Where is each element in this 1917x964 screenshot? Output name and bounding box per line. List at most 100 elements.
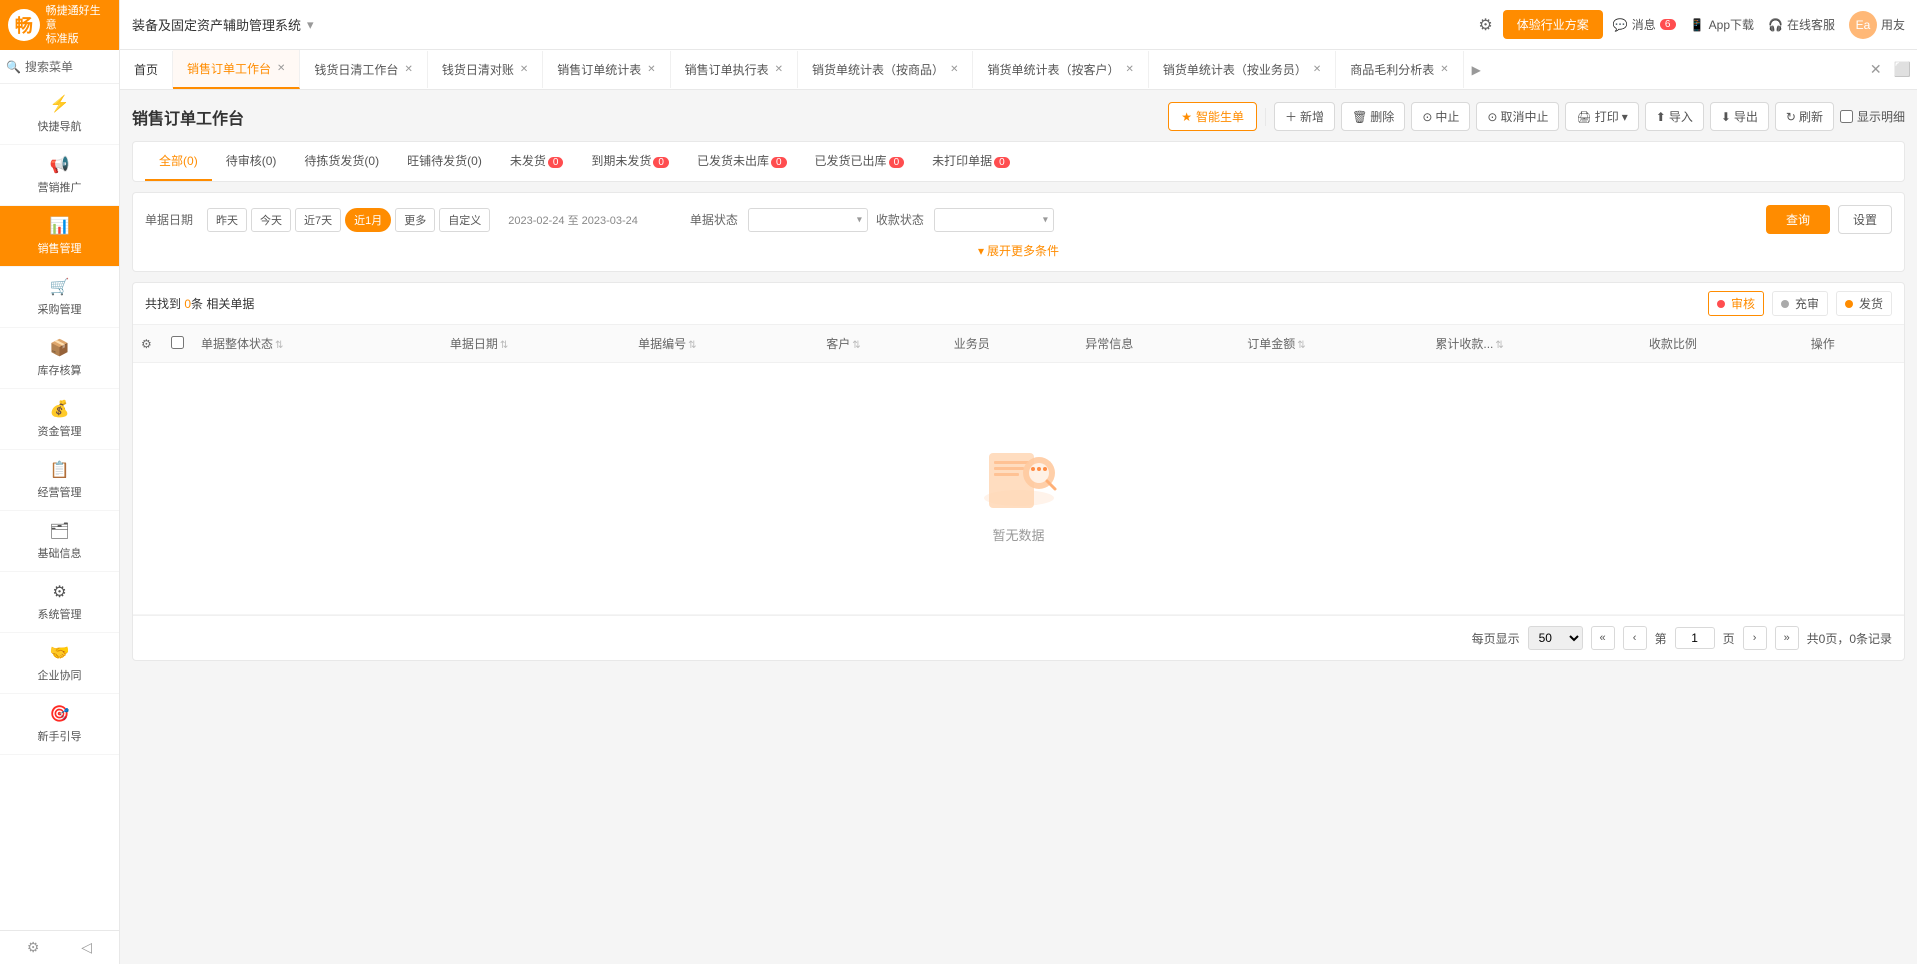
tabbar-more-btn[interactable]: ▶ (1464, 63, 1489, 77)
cancel-review-dot (1781, 300, 1789, 308)
settings-btn[interactable]: 设置 (1838, 205, 1892, 234)
tab-sales-stats-customer[interactable]: 销货单统计表（按客户） ✕ (973, 51, 1148, 88)
tab-close-sales-order-workbench[interactable]: ✕ (277, 63, 285, 74)
cancel-review-action-btn[interactable]: 充审 (1772, 291, 1828, 316)
collapse-btn[interactable]: ◁ (81, 939, 92, 956)
sort-date-icon[interactable]: ⇅ (500, 340, 508, 351)
sort-customer-icon[interactable]: ⇅ (852, 340, 860, 351)
page-number-input[interactable] (1675, 627, 1715, 649)
industry-solution-btn[interactable]: 体验行业方案 (1503, 10, 1603, 39)
tab-close-cash-reconcile[interactable]: ✕ (520, 64, 528, 75)
payment-select[interactable] (934, 208, 1054, 232)
status-filter-group: 单据状态 收款状态 (690, 208, 1054, 232)
stop-btn[interactable]: ⊙ 中止 (1411, 102, 1470, 131)
filter-tab-pending-review[interactable]: 待审核(0) (212, 142, 291, 181)
last-page-btn[interactable]: » (1775, 626, 1799, 650)
date-btn-7days[interactable]: 近7天 (295, 208, 341, 232)
ship-action-btn[interactable]: 发货 (1836, 291, 1892, 316)
filter-tab-shipped-out[interactable]: 已发货已出库0 (801, 142, 919, 181)
tab-close-sales-order-stats[interactable]: ✕ (647, 64, 655, 75)
date-btn-yesterday[interactable]: 昨天 (207, 208, 247, 232)
date-btn-custom[interactable]: 自定义 (439, 208, 490, 232)
import-icon: ⬆ (1656, 110, 1666, 124)
search-menu[interactable]: 🔍 搜索菜单 (0, 50, 119, 84)
tab-close-sales-stats-staff[interactable]: ✕ (1313, 64, 1321, 75)
tab-restore-btn[interactable]: ⬜ (1888, 61, 1917, 78)
next-page-btn[interactable]: › (1743, 626, 1767, 650)
delete-btn[interactable]: 🗑 删除 (1341, 102, 1405, 131)
tab-close-sales-stats-customer[interactable]: ✕ (1125, 64, 1133, 75)
tab-close-cash-daily[interactable]: ✕ (404, 64, 412, 75)
filter-tab-pending-inspect[interactable]: 待拣货发货(0) (290, 142, 393, 181)
smart-order-btn[interactable]: ★ 智能生单 (1168, 102, 1257, 131)
prev-page-btn[interactable]: ‹ (1623, 626, 1647, 650)
sidebar-item-system[interactable]: ⚙ 系统管理 (0, 572, 119, 633)
operations-icon: 📋 (50, 460, 70, 480)
status-select[interactable] (748, 208, 868, 232)
sidebar-item-enterprise[interactable]: 🤝 企业协同 (0, 633, 119, 694)
filter-tab-not-shipped[interactable]: 未发货0 (496, 142, 578, 181)
topbar-settings-icon[interactable]: ⚙ (1478, 15, 1492, 35)
col-checkbox[interactable] (163, 325, 193, 363)
filter-tab-expired-not-shipped[interactable]: 到期未发货0 (577, 142, 683, 181)
sidebar-item-finance[interactable]: 💰 资金管理 (0, 389, 119, 450)
show-detail-checkbox-label[interactable]: 显示明细 (1840, 108, 1905, 125)
sidebar-item-base-info[interactable]: 🗂 基础信息 (0, 511, 119, 572)
sidebar-item-quick-nav[interactable]: ⚡ 快捷导航 (0, 84, 119, 145)
filter-tab-wangpu-pending[interactable]: 旺铺待发货(0) (393, 142, 496, 181)
tab-close-sales-stats-product[interactable]: ✕ (950, 64, 958, 75)
sort-number-icon[interactable]: ⇅ (688, 340, 696, 351)
select-all-checkbox[interactable] (171, 336, 184, 349)
filter-tab-all[interactable]: 全部(0) (145, 142, 212, 181)
sort-status-icon[interactable]: ⇅ (275, 340, 283, 351)
refresh-btn[interactable]: ↻ 刷新 (1775, 102, 1834, 131)
date-btn-1month[interactable]: 近1月 (345, 208, 391, 232)
sort-amount-icon[interactable]: ⇅ (1297, 340, 1305, 351)
tab-cash-reconcile[interactable]: 钱货日清对账 ✕ (428, 51, 543, 88)
table-scroll: ⚙ 单据整体状态⇅ 单据日期⇅ 单据编号⇅ 客户⇅ 业务员 异常信息 订单金额⇅… (133, 325, 1904, 615)
add-btn[interactable]: ＋ 新增 (1274, 102, 1335, 131)
topbar-dropdown-icon[interactable]: ▾ (307, 17, 314, 33)
online-service-btn[interactable]: 🎧 在线客服 (1768, 16, 1835, 33)
sidebar-item-sales[interactable]: 📊 销售管理 (0, 206, 119, 267)
first-page-btn[interactable]: « (1591, 626, 1615, 650)
per-page-select[interactable]: 10 20 50 100 (1528, 626, 1583, 650)
tab-cash-daily[interactable]: 钱货日清工作台 ✕ (300, 51, 427, 88)
sidebar-item-operations[interactable]: 📋 经营管理 (0, 450, 119, 511)
export-btn[interactable]: ⬇ 导出 (1710, 102, 1769, 131)
user-menu[interactable]: Ea 用友 (1849, 11, 1905, 39)
tab-close-all-btn[interactable]: ✕ (1864, 61, 1888, 78)
tab-product-margin[interactable]: 商品毛利分析表 ✕ (1336, 51, 1463, 88)
sidebar-item-guide[interactable]: 🎯 新手引导 (0, 694, 119, 755)
settings-bottom-btn[interactable]: ⚙ (27, 939, 40, 956)
show-detail-checkbox[interactable] (1840, 110, 1853, 123)
filter-tab-shipped-not-in[interactable]: 已发货未出库0 (683, 142, 801, 181)
message-btn[interactable]: 💬 消息 6 (1613, 16, 1676, 33)
sort-collected-icon[interactable]: ⇅ (1495, 340, 1503, 351)
tab-sales-order-exec[interactable]: 销售订单执行表 ✕ (671, 51, 798, 88)
import-btn[interactable]: ⬆ 导入 (1645, 102, 1704, 131)
app-download-btn[interactable]: 📱 App下载 (1690, 16, 1754, 33)
tab-sales-order-workbench[interactable]: 销售订单工作台 ✕ (173, 50, 300, 89)
tab-sales-stats-staff[interactable]: 销货单统计表（按业务员） ✕ (1149, 51, 1336, 88)
review-action-btn[interactable]: 审核 (1708, 291, 1764, 316)
sidebar-item-marketing[interactable]: 📢 营销推广 (0, 145, 119, 206)
filter-tab-not-printed[interactable]: 未打印单据0 (918, 142, 1024, 181)
sidebar-item-inventory[interactable]: 📦 库存核算 (0, 328, 119, 389)
tab-sales-order-stats[interactable]: 销售订单统计表 ✕ (543, 51, 670, 88)
print-btn[interactable]: 🖨 打印 ▾ (1565, 102, 1638, 131)
tab-sales-stats-product[interactable]: 销货单统计表（按商品） ✕ (798, 51, 973, 88)
col-settings[interactable]: ⚙ (133, 325, 163, 363)
tab-close-product-margin[interactable]: ✕ (1440, 64, 1448, 75)
cancel-stop-btn[interactable]: ⊙ 取消中止 (1476, 102, 1559, 131)
delete-icon: 🗑 (1352, 110, 1367, 124)
date-btn-today[interactable]: 今天 (251, 208, 291, 232)
expand-icon: ▾ (978, 244, 984, 258)
query-btn[interactable]: 查询 (1766, 205, 1830, 234)
tab-close-sales-order-exec[interactable]: ✕ (775, 64, 783, 75)
expand-conditions-btn[interactable]: ▾ 展开更多条件 (978, 242, 1059, 259)
stop-icon: ⊙ (1422, 110, 1432, 124)
sidebar-item-purchase[interactable]: 🛒 采购管理 (0, 267, 119, 328)
tab-home[interactable]: 首页 (120, 51, 173, 88)
date-btn-more[interactable]: 更多 (395, 208, 435, 232)
